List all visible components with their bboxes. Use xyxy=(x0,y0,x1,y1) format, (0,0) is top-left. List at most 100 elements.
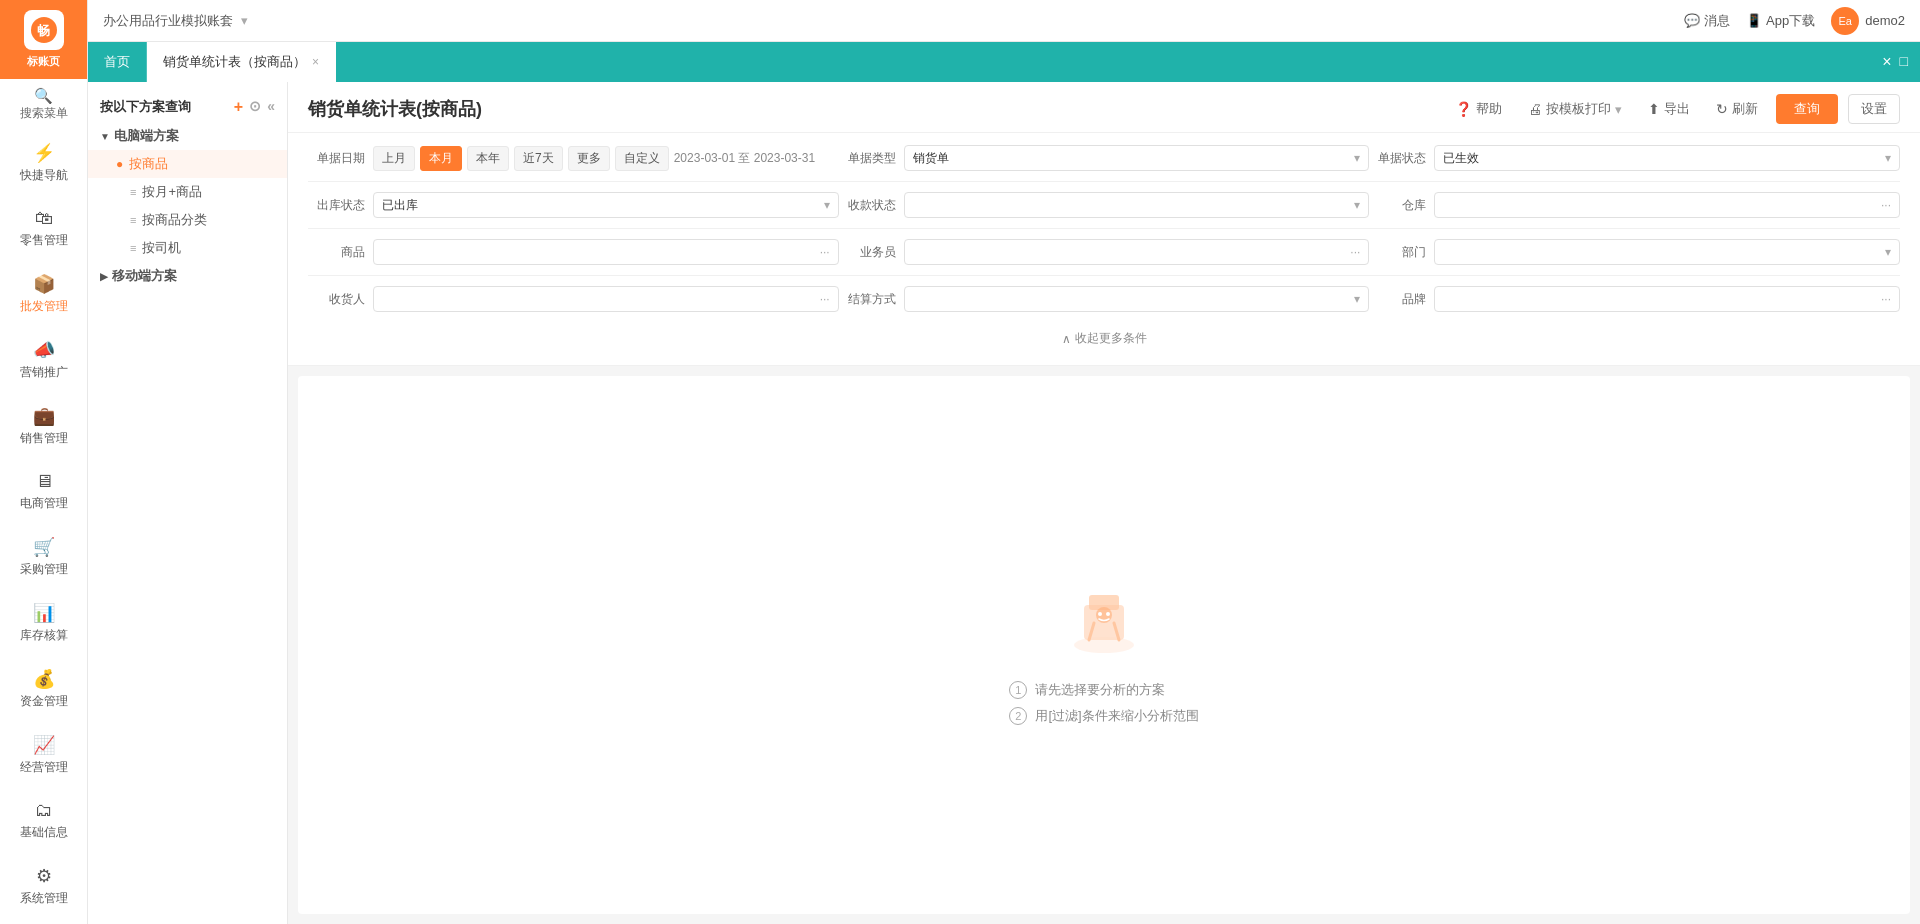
collapse-filters-btn[interactable]: ∧ 收起更多条件 xyxy=(1056,324,1153,353)
tab-home[interactable]: 首页 xyxy=(88,42,147,82)
settlement-input[interactable]: ▾ xyxy=(904,286,1370,312)
date-label: 单据日期 xyxy=(308,150,373,167)
sidebar-item-wholesale[interactable]: 📦 批发管理 xyxy=(0,261,87,327)
consignee-filter-cell: 收货人 ··· xyxy=(308,286,839,312)
minimize-icon[interactable]: × xyxy=(1882,53,1891,71)
active-dot-icon: ● xyxy=(116,157,123,171)
main-area: 办公用品行业模拟账套 ▾ 💬 消息 📱 App下载 Ea demo2 首页 xyxy=(88,0,1920,924)
tree-item-by-driver[interactable]: ≡ 按司机 xyxy=(88,234,287,262)
tab-window-controls: × □ xyxy=(1870,53,1920,71)
date-btn-this-month[interactable]: 本月 xyxy=(420,146,462,171)
dept-label: 部门 xyxy=(1369,244,1434,261)
tree-item-pc[interactable]: ▼ 电脑端方案 xyxy=(88,122,287,150)
sidebar-item-quick-nav[interactable]: ⚡ 快捷导航 xyxy=(0,130,87,196)
print-btn[interactable]: 🖨 按模板打印 ▾ xyxy=(1520,96,1630,122)
product-label: 商品 xyxy=(308,244,373,261)
tab-active[interactable]: 销货单统计表（按商品） × xyxy=(147,42,336,82)
payment-filter-cell: 收款状态 ▾ xyxy=(839,192,1370,218)
doc-type-filter-cell: 单据类型 销货单 ▾ xyxy=(839,145,1370,171)
tree-item-mobile[interactable]: ▶ 移动端方案 xyxy=(88,262,287,290)
settlement-dropdown-icon: ▾ xyxy=(1354,292,1360,306)
svg-point-9 xyxy=(1106,612,1110,616)
user-info[interactable]: Ea demo2 xyxy=(1831,7,1905,35)
store-filter-cell: 仓库 ··· xyxy=(1369,192,1900,218)
empty-state: 1 请先选择要分析的方案 2 用[过滤]条件来缩小分析范围 xyxy=(298,376,1910,914)
collapse-panel-btn[interactable]: « xyxy=(267,98,275,116)
logo-area[interactable]: 畅 标账页 xyxy=(0,0,87,79)
doc-type-input[interactable]: 销货单 ▾ xyxy=(904,145,1370,171)
page-title-bar: 销货单统计表(按商品) ❓ 帮助 🖨 按模板打印 ▾ ⬆ 导出 xyxy=(288,82,1920,133)
app-download-btn[interactable]: 📱 App下载 xyxy=(1746,12,1815,30)
month-product-icon: ≡ xyxy=(130,186,136,198)
doc-status-input[interactable]: 已生效 ▾ xyxy=(1434,145,1900,171)
logo-text: 标账页 xyxy=(27,54,60,69)
consignee-input[interactable]: ··· xyxy=(373,286,839,312)
user-name: demo2 xyxy=(1865,13,1905,28)
category-icon: ≡ xyxy=(130,214,136,226)
search-menu-item[interactable]: 🔍 搜索菜单 xyxy=(0,79,87,130)
sidebar-item-retail[interactable]: 🛍 零售管理 xyxy=(0,196,87,261)
date-btn-custom[interactable]: 自定义 xyxy=(615,146,669,171)
settings-scheme-btn[interactable]: ⊙ xyxy=(249,98,261,116)
export-btn[interactable]: ⬆ 导出 xyxy=(1640,96,1698,122)
sidebar-item-ecommerce[interactable]: 🖥 电商管理 xyxy=(0,459,87,524)
sidebar-item-purchase[interactable]: 🛒 采购管理 xyxy=(0,524,87,590)
print-icon: 🖨 xyxy=(1528,101,1542,117)
maximize-icon[interactable]: □ xyxy=(1900,53,1908,71)
warehouse-input[interactable]: 已出库 ▾ xyxy=(373,192,839,218)
tree-item-by-month-product[interactable]: ≡ 按月+商品 xyxy=(88,178,287,206)
sidebar-item-finance[interactable]: 💰 资金管理 xyxy=(0,656,87,722)
message-btn[interactable]: 💬 消息 xyxy=(1684,12,1730,30)
store-dots-icon: ··· xyxy=(1881,198,1891,212)
sidebar-item-operation[interactable]: 📈 经营管理 xyxy=(0,722,87,788)
page-actions: ❓ 帮助 🖨 按模板打印 ▾ ⬆ 导出 ↻ 刷新 xyxy=(1447,94,1900,124)
quick-nav-icon: ⚡ xyxy=(33,142,55,164)
export-icon: ⬆ xyxy=(1648,101,1660,117)
filter-area: 单据日期 上月 本月 本年 近7天 更多 自定义 2023-03-01 至 20… xyxy=(288,133,1920,366)
sidebar-item-marketing[interactable]: 📣 营销推广 xyxy=(0,327,87,393)
dept-dropdown-icon: ▾ xyxy=(1885,245,1891,259)
date-range-display: 2023-03-01 至 2023-03-31 xyxy=(674,150,815,167)
salesman-input[interactable]: ··· xyxy=(904,239,1370,265)
dept-input[interactable]: ▾ xyxy=(1434,239,1900,265)
brand-input[interactable]: ··· xyxy=(1434,286,1900,312)
date-btn-7days[interactable]: 近7天 xyxy=(514,146,563,171)
product-input[interactable]: ··· xyxy=(373,239,839,265)
print-dropdown-icon[interactable]: ▾ xyxy=(1615,102,1622,117)
svg-point-8 xyxy=(1098,612,1102,616)
tab-close-icon[interactable]: × xyxy=(312,55,319,69)
add-scheme-btn[interactable]: + xyxy=(234,98,243,116)
collapse-icon: ∧ xyxy=(1062,332,1071,346)
brand-filter-cell: 品牌 ··· xyxy=(1369,286,1900,312)
step-2-text: 用[过滤]条件来缩小分析范围 xyxy=(1035,707,1198,725)
left-panel: 按以下方案查询 + ⊙ « ▼ 电脑端方案 ● 按商品 ≡ 按月+商品 xyxy=(88,82,288,924)
settings-button[interactable]: 设置 xyxy=(1848,94,1900,124)
pc-tree-label: 电脑端方案 xyxy=(114,127,179,145)
sidebar-item-inventory[interactable]: 📊 库存核算 xyxy=(0,590,87,656)
step-1-text: 请先选择要分析的方案 xyxy=(1035,681,1165,699)
warehouse-filter-cell: 出库状态 已出库 ▾ xyxy=(308,192,839,218)
refresh-btn[interactable]: ↻ 刷新 xyxy=(1708,96,1766,122)
date-btn-more[interactable]: 更多 xyxy=(568,146,610,171)
query-button[interactable]: 查询 xyxy=(1776,94,1838,124)
svg-text:畅: 畅 xyxy=(37,23,50,38)
top-header: 办公用品行业模拟账套 ▾ 💬 消息 📱 App下载 Ea demo2 xyxy=(88,0,1920,42)
workspace-dropdown-icon[interactable]: ▾ xyxy=(241,13,248,28)
date-btn-this-year[interactable]: 本年 xyxy=(467,146,509,171)
sidebar-item-system[interactable]: ⚙ 系统管理 xyxy=(0,853,87,919)
panel-header: 按以下方案查询 + ⊙ « xyxy=(88,92,287,122)
sidebar-item-sales[interactable]: 💼 销售管理 xyxy=(0,393,87,459)
salesman-label: 业务员 xyxy=(839,244,904,261)
help-btn[interactable]: ❓ 帮助 xyxy=(1447,96,1510,122)
sidebar-item-basic[interactable]: 🗂 基础信息 xyxy=(0,788,87,853)
date-btn-last-month[interactable]: 上月 xyxy=(373,146,415,171)
sidebar-item-enterprise[interactable]: 🤝 企业协同 xyxy=(0,919,87,924)
tree-item-by-product[interactable]: ● 按商品 xyxy=(88,150,287,178)
avatar: Ea xyxy=(1831,7,1859,35)
tree-item-by-category[interactable]: ≡ 按商品分类 xyxy=(88,206,287,234)
store-input[interactable]: ··· xyxy=(1434,192,1900,218)
header-left: 办公用品行业模拟账套 ▾ xyxy=(103,12,248,30)
doc-status-dropdown-icon: ▾ xyxy=(1885,151,1891,165)
workspace-name: 办公用品行业模拟账套 xyxy=(103,12,233,30)
payment-input[interactable]: ▾ xyxy=(904,192,1370,218)
